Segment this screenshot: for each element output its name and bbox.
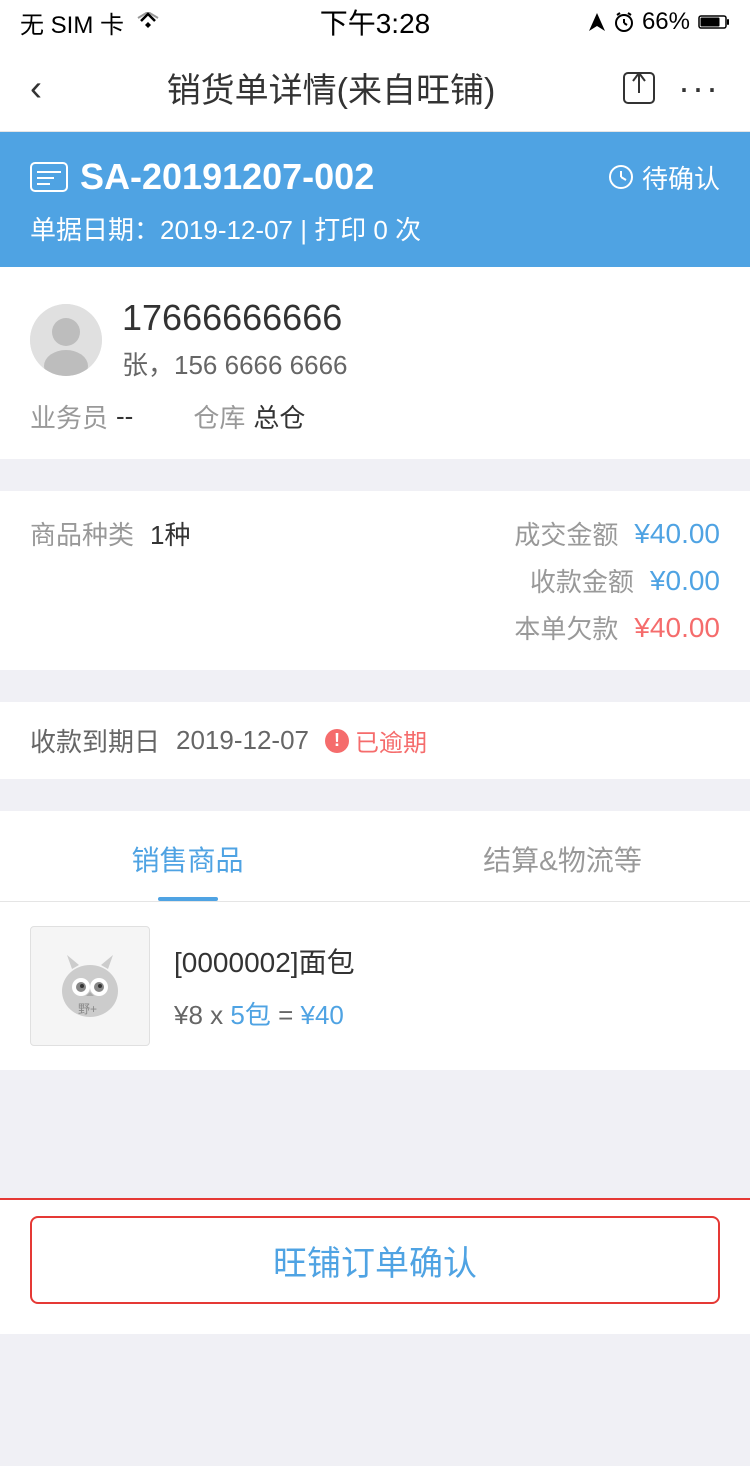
sales-rep-value: -- <box>116 401 133 432</box>
bottom-bar: 旺铺订单确认 <box>0 1198 750 1334</box>
due-date-label: 收款到期日 <box>30 722 160 759</box>
back-button[interactable]: ‹ <box>30 67 42 109</box>
confirm-order-button[interactable]: 旺铺订单确认 <box>30 1216 720 1304</box>
product-name: [0000002]面包 <box>174 941 720 981</box>
deal-amount-value: ¥40.00 <box>634 518 720 550</box>
owed-amount-value: ¥40.00 <box>634 612 720 644</box>
more-icon[interactable]: ··· <box>678 67 720 109</box>
status-bar: 无 SIM 卡 下午3:28 66% <box>0 0 750 44</box>
share-icon[interactable] <box>620 69 658 107</box>
alarm-icon <box>614 11 634 33</box>
location-icon <box>588 11 606 33</box>
product-item: 野+ [0000002]面包 ¥8 x 5包 = ¥40 <box>30 926 720 1046</box>
status-text: 待确认 <box>642 159 720 196</box>
product-price: ¥8 x 5包 = ¥40 <box>174 995 720 1032</box>
overdue-dot: ! <box>325 729 349 753</box>
overdue-text: 已逾期 <box>355 723 427 758</box>
header-card: SA-20191207-002 待确认 单据日期：2019-12-07 | 打印… <box>0 132 750 267</box>
no-sim-text: 无 SIM 卡 <box>20 5 124 40</box>
order-date: 单据日期：2019-12-07 | 打印 0 次 <box>30 210 720 247</box>
product-types-label: 商品种类 <box>30 515 134 552</box>
due-section: 收款到期日 2019-12-07 ! 已逾期 <box>0 702 750 779</box>
product-types-value: 1种 <box>150 515 190 552</box>
overdue-badge: ! 已逾期 <box>325 723 427 758</box>
equals-text: = <box>278 1000 300 1030</box>
order-id: SA-20191207-002 <box>30 156 374 198</box>
product-qty: 5包 <box>230 1000 270 1030</box>
order-status: 待确认 <box>608 159 720 196</box>
received-amount-label: 收款金额 <box>530 562 634 599</box>
customer-phone: 17666666666 <box>122 297 720 339</box>
nav-bar: ‹ 销货单详情(来自旺铺) ··· <box>0 44 750 132</box>
deal-amount-label: 成交金额 <box>514 515 618 552</box>
svg-text:野+: 野+ <box>78 1002 97 1016</box>
warehouse-value: 总仓 <box>253 398 305 435</box>
status-right: 66% <box>588 8 730 36</box>
warehouse-label: 仓库 <box>193 398 245 435</box>
sales-rep-label: 业务员 <box>30 398 108 435</box>
meta-row: 业务员 -- 仓库 总仓 <box>30 398 720 435</box>
tab-sales-product[interactable]: 销售商品 <box>0 811 375 901</box>
page-title: 销货单详情(来自旺铺) <box>167 63 496 112</box>
product-total: ¥40 <box>301 1000 344 1030</box>
received-amount-value: ¥0.00 <box>650 565 720 597</box>
order-icon <box>30 162 68 192</box>
status-time: 下午3:28 <box>320 2 431 42</box>
owed-amount-label: 本单欠款 <box>514 609 618 646</box>
nav-right: ··· <box>620 67 720 109</box>
nav-left: ‹ <box>30 67 42 109</box>
product-section: 野+ [0000002]面包 ¥8 x 5包 = ¥40 <box>0 902 750 1070</box>
info-section: 17666666666 张，156 6666 6666 业务员 -- 仓库 总仓 <box>0 267 750 459</box>
battery-text: 66% <box>642 8 690 36</box>
due-date-value: 2019-12-07 <box>176 725 309 756</box>
product-thumbnail: 野+ <box>30 926 150 1046</box>
wifi-icon <box>134 12 162 32</box>
tab-settlement[interactable]: 结算&物流等 <box>375 811 750 901</box>
customer-name: 张，156 6666 6666 <box>122 345 720 382</box>
summary-section: 商品种类 1种 成交金额 ¥40.00 收款金额 ¥0.00 本单欠款 ¥40.… <box>0 491 750 670</box>
tabs-section: 销售商品 结算&物流等 <box>0 811 750 1070</box>
clock-icon <box>608 164 634 190</box>
status-left: 无 SIM 卡 <box>20 5 162 40</box>
avatar <box>30 304 102 376</box>
price-text: ¥8 x <box>174 1000 230 1030</box>
battery-icon <box>698 13 730 31</box>
